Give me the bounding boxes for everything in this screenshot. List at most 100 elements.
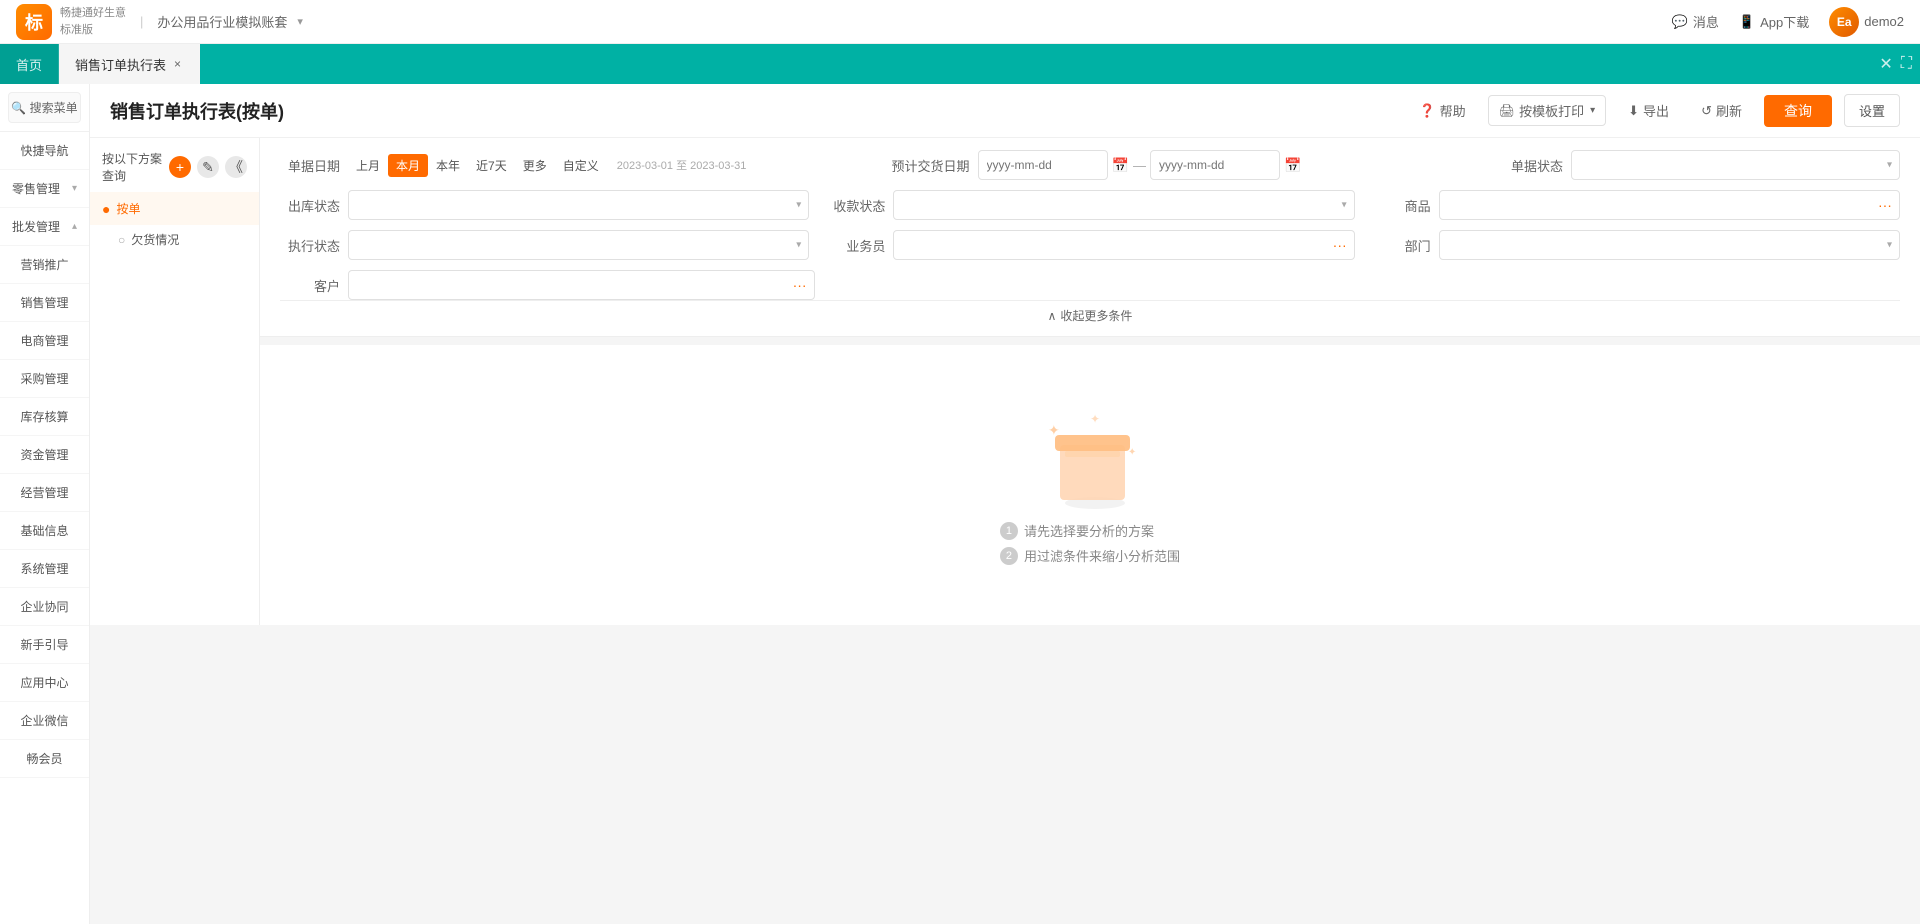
sidebar-item-sys[interactable]: 系统管理 bbox=[0, 550, 89, 588]
sidebar-item-basic[interactable]: 基础信息 bbox=[0, 512, 89, 550]
tab-sales-order[interactable]: 销售订单执行表 × bbox=[59, 44, 200, 84]
empty-tip-text-1: 请先选择要分析的方案 bbox=[1024, 521, 1154, 540]
goods-input[interactable] bbox=[1439, 190, 1900, 220]
calendar-icon-end[interactable]: 📅 bbox=[1284, 157, 1301, 174]
sidebar-label-marketing: 营销推广 bbox=[20, 256, 68, 273]
date-tab-7days[interactable]: 近7天 bbox=[468, 154, 515, 177]
empty-tips: 1 请先选择要分析的方案 2 用过滤条件来缩小分析范围 bbox=[1000, 521, 1180, 565]
page-topbar: 销售订单执行表(按单) ❓ 帮助 🖨 按模板打印 ▾ ⬇ 导出 bbox=[90, 84, 1920, 138]
user-name: demo2 bbox=[1864, 14, 1904, 29]
sidebar-search-area: 🔍 搜索菜单 bbox=[0, 84, 89, 132]
dept-select[interactable] bbox=[1439, 230, 1900, 260]
sidebar-label-appcenter: 应用中心 bbox=[20, 674, 68, 691]
export-icon: ⬇ bbox=[1628, 103, 1639, 119]
sidebar-label-sys: 系统管理 bbox=[20, 560, 68, 577]
scheme-add-btn[interactable]: + bbox=[169, 156, 191, 178]
logo-area: 标 畅捷通好生意 标准版 bbox=[16, 4, 126, 40]
sidebar-item-inventory[interactable]: 库存核算 bbox=[0, 398, 89, 436]
user-profile[interactable]: Ea demo2 bbox=[1829, 7, 1904, 37]
sidebar-label-purchase: 采购管理 bbox=[20, 370, 68, 387]
sidebar-item-newguide[interactable]: 新手引导 bbox=[0, 626, 89, 664]
collapse-text: 收起更多条件 bbox=[1060, 307, 1132, 324]
message-btn[interactable]: 💬 消息 bbox=[1672, 12, 1719, 31]
app-download-btn[interactable]: 📱 App下载 bbox=[1739, 12, 1809, 31]
sidebar-item-retail[interactable]: 零售管理 ▾ bbox=[0, 170, 89, 208]
date-tab-more[interactable]: 更多 bbox=[515, 154, 555, 177]
header-right: 💬 消息 📱 App下载 Ea demo2 bbox=[1672, 7, 1904, 37]
sidebar-item-member[interactable]: 畅会员 bbox=[0, 740, 89, 778]
export-btn[interactable]: ⬇ 导出 bbox=[1618, 96, 1679, 125]
help-btn[interactable]: ❓ 帮助 bbox=[1409, 96, 1475, 125]
svg-text:✦: ✦ bbox=[1090, 412, 1100, 426]
sidebar-item-corp[interactable]: 企业协同 bbox=[0, 588, 89, 626]
sidebar-item-quick-nav[interactable]: 快捷导航 bbox=[0, 132, 89, 170]
sidebar-item-marketing[interactable]: 营销推广 bbox=[0, 246, 89, 284]
export-label: 导出 bbox=[1643, 101, 1669, 120]
left-panel-layout: 按以下方案查询 + ✎ 《 ● 按单 ○ 欠货情况 bbox=[90, 138, 1920, 625]
sidebar-label-inventory: 库存核算 bbox=[20, 408, 68, 425]
date-tab-last-month[interactable]: 上月 bbox=[348, 154, 388, 177]
search-btn[interactable]: 查询 bbox=[1764, 95, 1832, 127]
scheme-sub-debt[interactable]: ○ 欠货情况 bbox=[90, 225, 259, 254]
date-tab-this-year[interactable]: 本年 bbox=[428, 154, 468, 177]
delivery-date-start[interactable] bbox=[978, 150, 1108, 180]
logo-text: 畅捷通好生意 标准版 bbox=[60, 5, 126, 38]
print-btn[interactable]: 🖨 按模板打印 ▾ bbox=[1488, 95, 1607, 126]
tab-home[interactable]: 首页 bbox=[0, 44, 59, 84]
delivery-date-group: 📅 — 📅 bbox=[978, 150, 1302, 180]
delivery-date-end[interactable] bbox=[1150, 150, 1280, 180]
help-icon: ❓ bbox=[1419, 103, 1435, 119]
out-status-field: 出库状态 ▾ bbox=[280, 190, 809, 220]
exec-status-control: ▾ bbox=[348, 230, 809, 260]
payment-status-select[interactable] bbox=[893, 190, 1354, 220]
payment-status-control: ▾ bbox=[893, 190, 1354, 220]
expected-delivery-field: 预计交货日期 📅 — 📅 bbox=[892, 150, 1488, 180]
home-tab-label: 首页 bbox=[16, 55, 42, 74]
settings-btn[interactable]: 设置 bbox=[1844, 94, 1900, 127]
customer-input[interactable] bbox=[348, 270, 815, 300]
collapse-btn[interactable]: ∧ 收起更多条件 bbox=[280, 300, 1900, 330]
out-status-control: ▾ bbox=[348, 190, 809, 220]
debt-icon: ○ bbox=[118, 233, 125, 247]
single-status-select[interactable] bbox=[1571, 150, 1900, 180]
filter-row-4: 客户 ··· bbox=[280, 270, 1900, 300]
tab-maximize-btn[interactable]: ⛶ bbox=[1901, 55, 1912, 73]
scheme-edit-btn[interactable]: ✎ bbox=[197, 156, 219, 178]
scheme-panel-header: 按以下方案查询 + ✎ 《 bbox=[90, 150, 259, 192]
press-order-icon: ● bbox=[102, 201, 110, 217]
out-status-select[interactable] bbox=[348, 190, 809, 220]
sidebar-item-purchase[interactable]: 采购管理 bbox=[0, 360, 89, 398]
sidebar-item-corpwechat[interactable]: 企业微信 bbox=[0, 702, 89, 740]
filter-row-1: 单据日期 上月 本月 本年 近7天 更多 自定义 bbox=[280, 150, 1900, 180]
date-tab-custom[interactable]: 自定义 bbox=[555, 154, 607, 177]
tab-close-btn[interactable]: ✕ bbox=[1879, 54, 1892, 74]
exec-status-select[interactable] bbox=[348, 230, 809, 260]
message-label: 消息 bbox=[1693, 12, 1719, 31]
tab-controls: ✕ ⛶ bbox=[1871, 44, 1920, 84]
page-content: 销售订单执行表(按单) ❓ 帮助 🖨 按模板打印 ▾ ⬇ 导出 bbox=[90, 84, 1920, 924]
sidebar-item-finance[interactable]: 资金管理 bbox=[0, 436, 89, 474]
sidebar-label-finance: 资金管理 bbox=[20, 446, 68, 463]
sidebar-label-corp: 企业协同 bbox=[20, 598, 68, 615]
scheme-collapse-btn[interactable]: 《 bbox=[225, 156, 247, 178]
salesperson-input[interactable] bbox=[893, 230, 1354, 260]
scheme-item-press-order[interactable]: ● 按单 bbox=[90, 192, 259, 225]
nav-title[interactable]: 办公用品行业模拟账套 bbox=[157, 12, 287, 31]
tab-close-icon[interactable]: × bbox=[172, 55, 183, 73]
out-status-label: 出库状态 bbox=[280, 196, 340, 215]
print-label: 按模板打印 bbox=[1519, 101, 1584, 120]
salesperson-field: 业务员 ··· bbox=[825, 230, 1354, 260]
sidebar-item-sales[interactable]: 销售管理 bbox=[0, 284, 89, 322]
search-menu-btn[interactable]: 🔍 搜索菜单 bbox=[8, 92, 81, 123]
refresh-btn[interactable]: ↺ 刷新 bbox=[1691, 96, 1752, 125]
calendar-icon-start[interactable]: 📅 bbox=[1112, 157, 1129, 174]
date-tab-this-month[interactable]: 本月 bbox=[388, 154, 428, 177]
goods-field: 商品 ··· bbox=[1371, 190, 1900, 220]
sidebar-item-ops[interactable]: 经营管理 bbox=[0, 474, 89, 512]
single-status-field: 单据状态 ▾ bbox=[1503, 150, 1900, 180]
sidebar-item-appcenter[interactable]: 应用中心 bbox=[0, 664, 89, 702]
sidebar-item-ecom[interactable]: 电商管理 bbox=[0, 322, 89, 360]
sidebar-item-wholesale[interactable]: 批发管理 ▴ bbox=[0, 208, 89, 246]
empty-illustration: ✦ ✦ ✦ bbox=[1040, 405, 1140, 505]
nav-chevron-icon[interactable]: ▾ bbox=[297, 15, 303, 28]
